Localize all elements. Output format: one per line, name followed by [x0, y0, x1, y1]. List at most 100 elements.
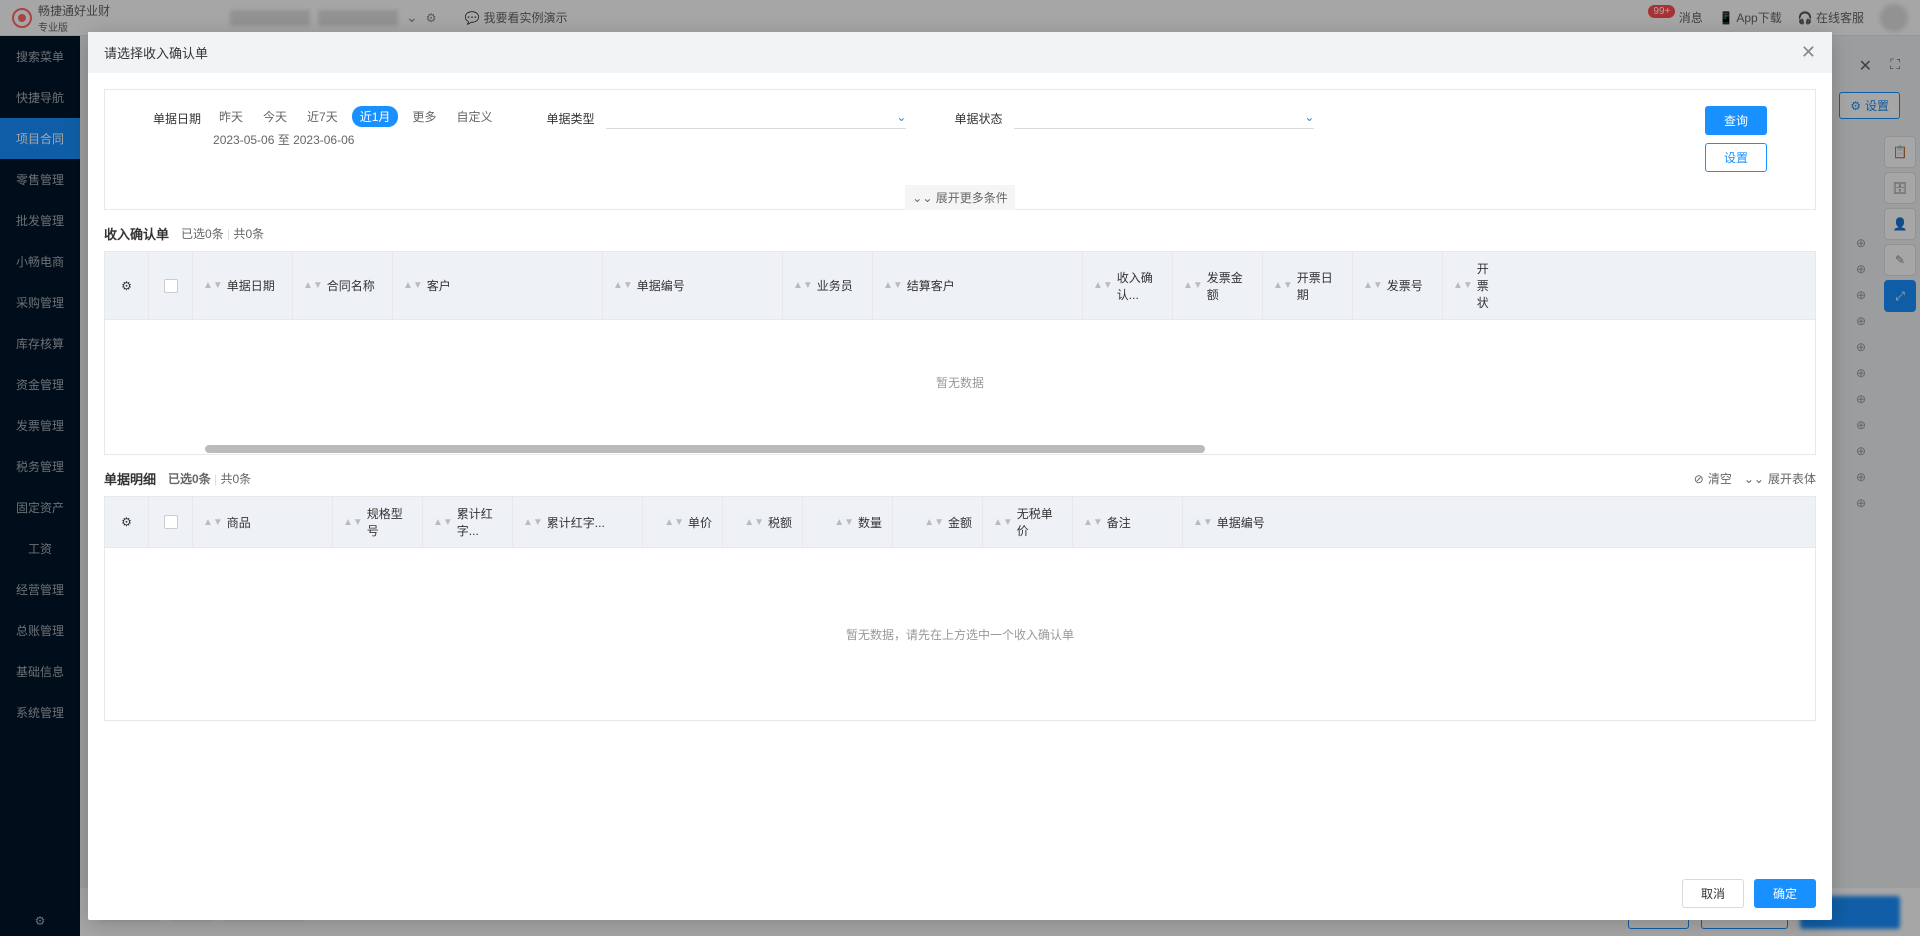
modal-body: 单据日期 昨天 今天 近7天 近1月 更多 自定义 2023-05-06 至 2… — [88, 73, 1832, 867]
table2-header: ⚙ ▲▼商品 ▲▼规格型号 ▲▼累计红字... ▲▼累计红字... ▲▼单价 ▲… — [105, 497, 1815, 548]
col-product[interactable]: ▲▼商品 — [193, 497, 333, 547]
expand-text: 展开更多条件 — [936, 191, 1008, 205]
expand-filters[interactable]: ⌄⌄ 展开更多条件 — [905, 185, 1015, 210]
sort-icon: ▲▼ — [664, 520, 684, 525]
close-icon[interactable]: ✕ — [1801, 42, 1816, 63]
date-range: 2023-05-06 至 2023-06-06 — [213, 131, 498, 148]
col-spec[interactable]: ▲▼规格型号 — [333, 497, 423, 547]
col-date[interactable]: ▲▼单据日期 — [193, 252, 293, 319]
col-invoice-date[interactable]: ▲▼开票日期 — [1263, 252, 1353, 319]
sort-icon: ▲▼ — [523, 520, 543, 525]
table1: ⚙ ▲▼单据日期 ▲▼合同名称 ▲▼客户 ▲▼单据编号 ▲▼业务员 ▲▼结算客户… — [104, 251, 1816, 455]
col-red2[interactable]: ▲▼累计红字... — [513, 497, 643, 547]
hscroll[interactable] — [105, 444, 1815, 454]
filter-box: 单据日期 昨天 今天 近7天 近1月 更多 自定义 2023-05-06 至 2… — [104, 89, 1816, 210]
pill-7days[interactable]: 近7天 — [301, 106, 344, 127]
col-remark[interactable]: ▲▼备注 — [1073, 497, 1183, 547]
sort-icon: ▲▼ — [433, 520, 453, 525]
query-button[interactable]: 查询 — [1705, 106, 1767, 135]
date-label: 单据日期 — [153, 106, 201, 127]
date-filter: 单据日期 昨天 今天 近7天 近1月 更多 自定义 2023-05-06 至 2… — [153, 106, 498, 148]
status-filter: 单据状态 ⌄ — [954, 106, 1314, 129]
checkbox[interactable] — [164, 279, 178, 293]
col-invoice-amt[interactable]: ▲▼发票金额 — [1173, 252, 1263, 319]
sort-icon: ▲▼ — [793, 283, 813, 288]
sort-icon: ▲▼ — [613, 283, 633, 288]
col-docno[interactable]: ▲▼单据编号 — [603, 252, 783, 319]
status-select[interactable]: ⌄ — [1014, 106, 1314, 129]
modal-footer: 取消 确定 — [88, 867, 1832, 920]
sort-icon: ▲▼ — [303, 283, 323, 288]
pill-today[interactable]: 今天 — [257, 106, 293, 127]
col-amount[interactable]: ▲▼金额 — [893, 497, 983, 547]
hscroll-thumb[interactable] — [205, 445, 1205, 453]
modal: 请选择收入确认单 ✕ 单据日期 昨天 今天 近7天 近1月 更多 自定义 — [88, 32, 1832, 920]
pill-1month[interactable]: 近1月 — [352, 106, 399, 127]
confirm-button[interactable]: 确定 — [1754, 879, 1816, 908]
section1-title: 收入确认单 — [104, 224, 169, 243]
sort-icon: ▲▼ — [1193, 520, 1213, 525]
section2-title: 单据明细 — [104, 469, 156, 488]
col-gear[interactable]: ⚙ — [105, 252, 149, 319]
sort-icon: ▲▼ — [1363, 283, 1383, 288]
sort-icon: ▲▼ — [744, 520, 764, 525]
sort-icon: ▲▼ — [1083, 520, 1103, 525]
section2-count: 已选0条 | 共0条 — [168, 470, 251, 487]
date-pills: 昨天 今天 近7天 近1月 更多 自定义 2023-05-06 至 2023-0… — [213, 106, 498, 148]
col-qty[interactable]: ▲▼数量 — [803, 497, 893, 547]
expand-list-button[interactable]: ⌄⌄展开表体 — [1744, 470, 1816, 487]
empty-text: 暂无数据 — [936, 374, 984, 391]
col-customer[interactable]: ▲▼客户 — [393, 252, 603, 319]
chevron-down-icon: ⌄ — [1304, 110, 1314, 124]
clear-icon: ⊘ — [1694, 472, 1704, 486]
sort-icon: ▲▼ — [1093, 283, 1113, 288]
section1-header: 收入确认单 已选0条 | 共0条 — [104, 224, 1816, 243]
sort-icon: ▲▼ — [993, 520, 1013, 525]
col-price[interactable]: ▲▼单价 — [643, 497, 723, 547]
sort-icon: ▲▼ — [1453, 283, 1473, 288]
filter-settings-button[interactable]: 设置 — [1705, 143, 1767, 172]
checkbox[interactable] — [164, 515, 178, 529]
col-checkbox[interactable] — [149, 497, 193, 547]
type-label: 单据类型 — [546, 106, 594, 127]
col-contract[interactable]: ▲▼合同名称 — [293, 252, 393, 319]
gear-icon: ⚙ — [121, 515, 132, 529]
sort-icon: ▲▼ — [1273, 283, 1293, 288]
table1-body: 暂无数据 — [105, 320, 1815, 444]
col-revenue[interactable]: ▲▼收入确认... — [1083, 252, 1173, 319]
empty-text-2: 暂无数据，请先在上方选中一个收入确认单 — [846, 626, 1074, 643]
modal-title: 请选择收入确认单 — [104, 43, 208, 62]
filter-actions: 查询 设置 — [1705, 106, 1767, 172]
section2-header: 单据明细 已选0条 | 共0条 ⊘清空 ⌄⌄展开表体 — [104, 469, 1816, 488]
type-filter: 单据类型 ⌄ — [546, 106, 906, 129]
expand-icon: ⌄⌄ — [1744, 472, 1764, 486]
status-label: 单据状态 — [954, 106, 1002, 127]
chevron-down-icon: ⌄ — [896, 110, 906, 124]
sort-icon: ▲▼ — [1183, 283, 1203, 288]
section2-actions: ⊘清空 ⌄⌄展开表体 — [1694, 470, 1816, 487]
pill-yesterday[interactable]: 昨天 — [213, 106, 249, 127]
col-invoice-no[interactable]: ▲▼发票号 — [1353, 252, 1443, 319]
pill-custom[interactable]: 自定义 — [450, 106, 498, 127]
col-settle[interactable]: ▲▼结算客户 — [873, 252, 1083, 319]
clear-button[interactable]: ⊘清空 — [1694, 470, 1732, 487]
col-gear[interactable]: ⚙ — [105, 497, 149, 547]
col-red1[interactable]: ▲▼累计红字... — [423, 497, 513, 547]
type-select[interactable]: ⌄ — [606, 106, 906, 129]
col-invoice-status[interactable]: ▲▼开票状 — [1443, 252, 1503, 319]
col-sales[interactable]: ▲▼业务员 — [783, 252, 873, 319]
col-tax[interactable]: ▲▼税额 — [723, 497, 803, 547]
table1-header: ⚙ ▲▼单据日期 ▲▼合同名称 ▲▼客户 ▲▼单据编号 ▲▼业务员 ▲▼结算客户… — [105, 252, 1815, 320]
pill-more[interactable]: 更多 — [406, 106, 442, 127]
sort-icon: ▲▼ — [203, 283, 223, 288]
sort-icon: ▲▼ — [883, 283, 903, 288]
col-notax[interactable]: ▲▼无税单价 — [983, 497, 1073, 547]
modal-header: 请选择收入确认单 ✕ — [88, 32, 1832, 73]
double-arrow-down-icon: ⌄⌄ — [912, 191, 932, 205]
sort-icon: ▲▼ — [203, 520, 223, 525]
filter-row: 单据日期 昨天 今天 近7天 近1月 更多 自定义 2023-05-06 至 2… — [153, 106, 1767, 172]
sort-icon: ▲▼ — [343, 520, 363, 525]
col-docno2[interactable]: ▲▼单据编号 — [1183, 497, 1815, 547]
col-checkbox[interactable] — [149, 252, 193, 319]
cancel-button[interactable]: 取消 — [1682, 879, 1744, 908]
